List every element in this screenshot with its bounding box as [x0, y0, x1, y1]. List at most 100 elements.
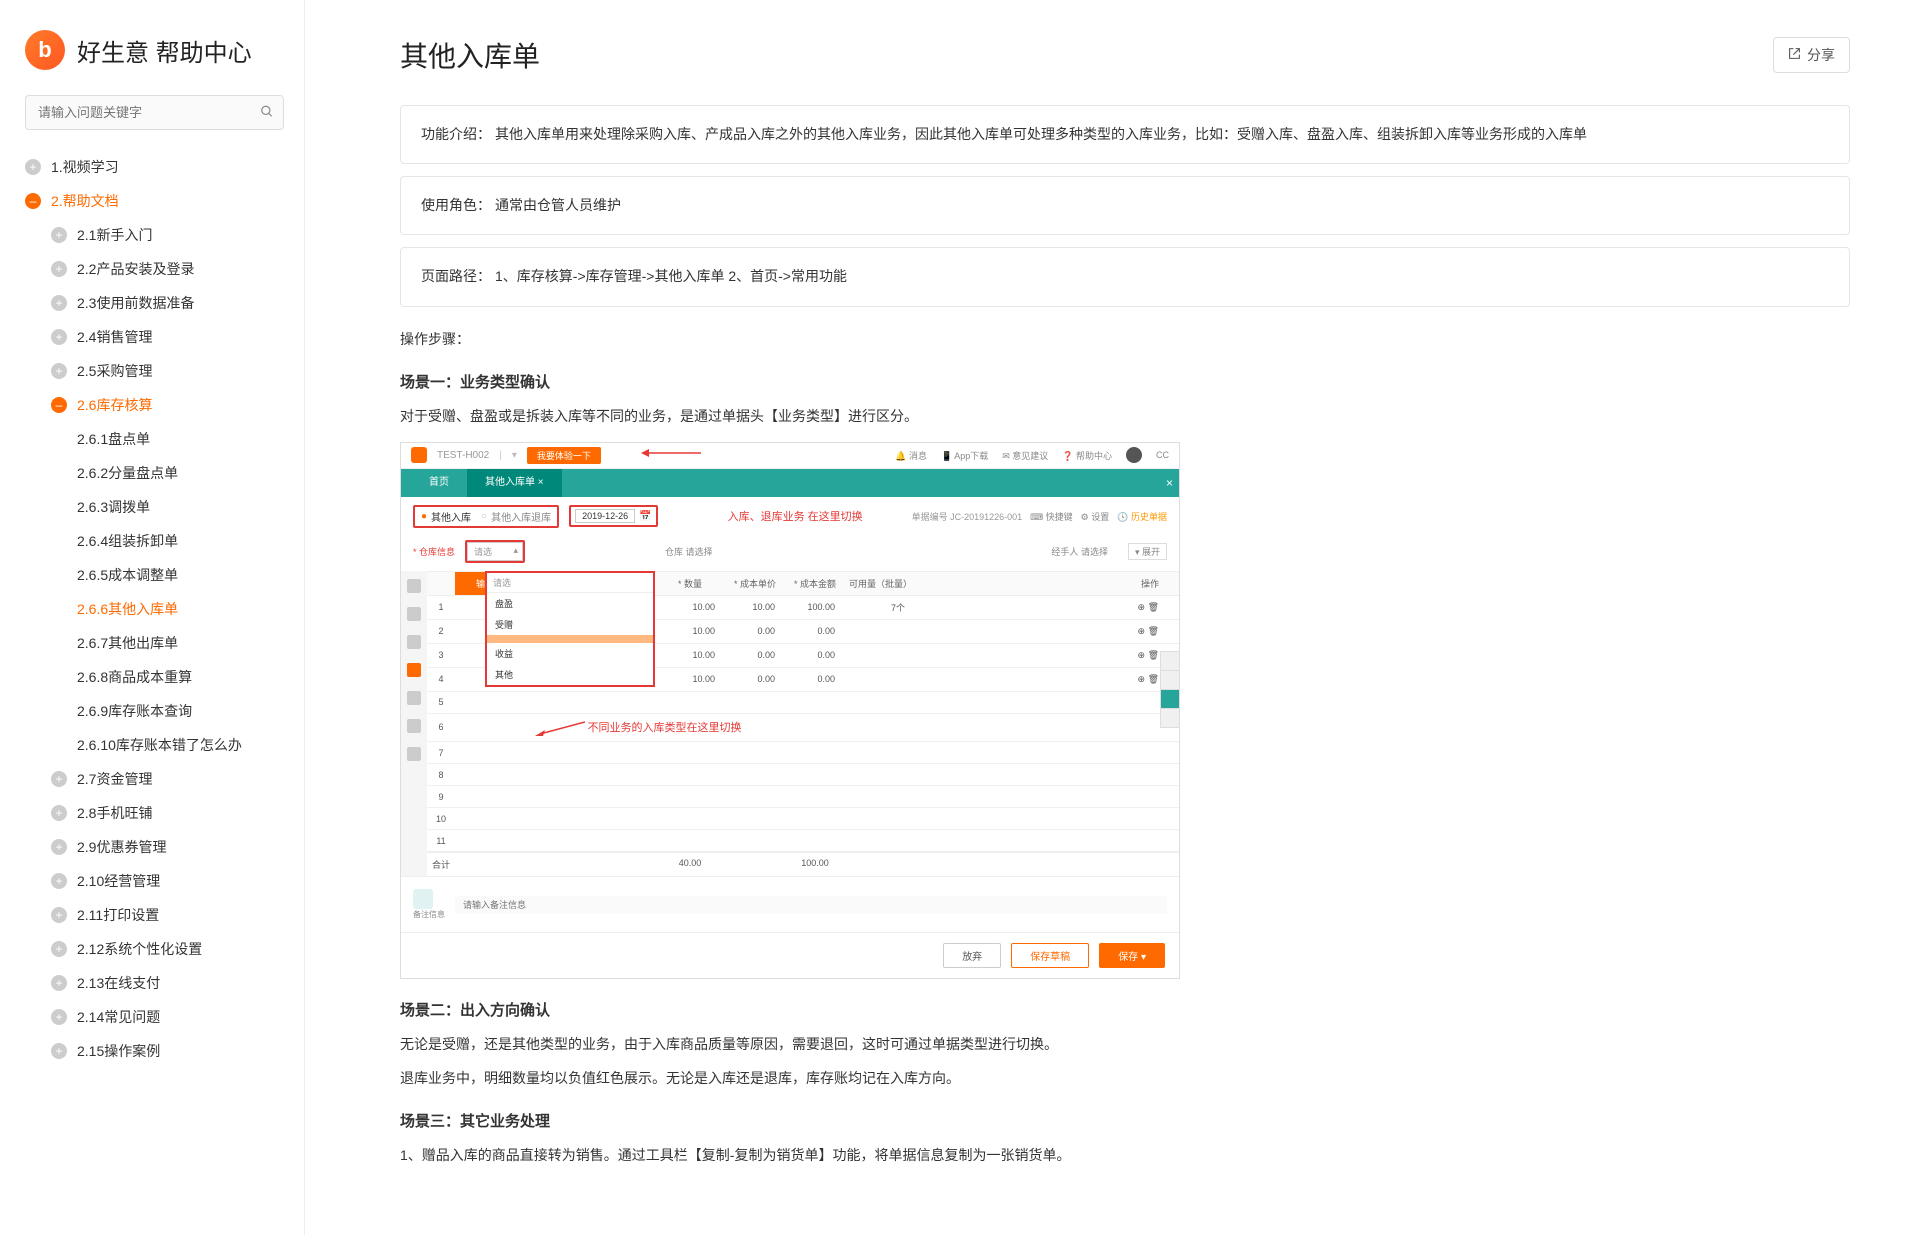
- nav-item-2-10[interactable]: +2.10经营管理: [51, 864, 284, 898]
- phone-icon: 📱 App下载: [941, 449, 988, 462]
- nav-item-2-13[interactable]: +2.13在线支付: [51, 966, 284, 1000]
- search-box: [25, 95, 284, 130]
- scene1-text: 对于受赠、盘盈或是拆装入库等不同的业务，是通过单据头【业务类型】进行区分。: [400, 402, 1850, 430]
- minus-icon: –: [25, 193, 41, 209]
- nav-item-2-6-10[interactable]: 2.6.10库存账本错了怎么办: [77, 728, 284, 762]
- intro-label: 功能介绍：: [421, 126, 491, 142]
- shot-username: CC: [1156, 450, 1169, 460]
- doc-type-toggle: ●其他入库 ○其他入库退库: [413, 505, 559, 528]
- nav-item-2-9[interactable]: +2.9优惠券管理: [51, 830, 284, 864]
- nav-item-2-6-4[interactable]: 2.6.4组装拆卸单: [77, 524, 284, 558]
- plus-icon: +: [51, 873, 67, 889]
- steps-label: 操作步骤：: [400, 325, 1850, 353]
- feedback-icon: ✉ 意见建议: [1002, 449, 1048, 462]
- role-text: 通常由仓管人员维护: [495, 197, 621, 213]
- bell-icon: 🔔 消息: [895, 449, 927, 462]
- scene2-text1: 无论是受赠，还是其他类型的业务，由于入库商品质量等原因，需要退回，这时可通过单据…: [400, 1030, 1850, 1058]
- keyboard-icon: ⌨ 快捷键: [1030, 510, 1073, 523]
- note-icon: [413, 889, 433, 909]
- sidebar: b 好生意 帮助中心 +1.视频学习 –2.帮助文档 +2.1新手入门 +2.2…: [0, 0, 305, 1235]
- path-label: 页面路径：: [421, 268, 491, 284]
- shot-cancel-btn: 放弃: [943, 943, 1001, 968]
- page-title: 其他入库单: [400, 35, 540, 75]
- nav-item-2-1[interactable]: +2.1新手入门: [51, 218, 284, 252]
- plus-icon: +: [25, 159, 41, 175]
- shot-tab-home: 首页: [411, 469, 467, 497]
- shot-topbar: TEST-H002 | ▾ 我要体验一下 🔔 消息 📱 App下载 ✉ 意见建议…: [401, 443, 1179, 469]
- gear-icon: ⚙ 设置: [1081, 510, 1110, 523]
- annotation-1: 入库、退库业务 在这里切换: [728, 508, 863, 524]
- plus-icon: +: [51, 771, 67, 787]
- main-content: 其他入库单 分享 功能介绍：其他入库单用来处理除采购入库、产成品入库之外的其他入…: [305, 0, 1905, 1235]
- plus-icon: +: [51, 975, 67, 991]
- scene3-text1: 1、赠品入库的商品直接转为销售。通过工具栏【复制-复制为销货单】功能，将单据信息…: [400, 1141, 1850, 1169]
- nav-item-2-6-8[interactable]: 2.6.8商品成本重算: [77, 660, 284, 694]
- nav-tree: +1.视频学习 –2.帮助文档 +2.1新手入门 +2.2产品安装及登录 +2.…: [25, 150, 284, 1068]
- brand-logo-icon: b: [25, 30, 65, 70]
- nav-item-2-7[interactable]: +2.7资金管理: [51, 762, 284, 796]
- nav-item-2-14[interactable]: +2.14常见问题: [51, 1000, 284, 1034]
- nav-item-2-6-5[interactable]: 2.6.5成本调整单: [77, 558, 284, 592]
- minus-icon: –: [51, 397, 67, 413]
- shot-experience-btn: 我要体验一下: [527, 447, 601, 464]
- biztype-dropdown: 请选 盘盈 受赠 收益 其他: [485, 571, 655, 687]
- share-label: 分享: [1807, 45, 1835, 65]
- nav-item-2-4[interactable]: +2.4销售管理: [51, 320, 284, 354]
- shot-remark-input: [455, 896, 1167, 914]
- shot-date: 2019-12-26: [575, 509, 635, 523]
- nav-item-2-6[interactable]: –2.6库存核算: [51, 388, 284, 422]
- scene1-heading: 场景一：业务类型确认: [400, 371, 1850, 392]
- plus-icon: +: [51, 261, 67, 277]
- path-box: 页面路径：1、库存核算->库存管理->其他入库单 2、首页->常用功能: [400, 247, 1850, 306]
- logo-row: b 好生意 帮助中心: [25, 30, 284, 70]
- nav-item-2-6-2[interactable]: 2.6.2分量盘点单: [77, 456, 284, 490]
- plus-icon: +: [51, 1043, 67, 1059]
- search-input[interactable]: [25, 95, 284, 130]
- shot-logo-icon: [411, 447, 427, 463]
- plus-icon: +: [51, 907, 67, 923]
- intro-box: 功能介绍：其他入库单用来处理除采购入库、产成品入库之外的其他入库业务，因此其他入…: [400, 105, 1850, 164]
- nav-item-2-6-3[interactable]: 2.6.3调拨单: [77, 490, 284, 524]
- shot-warehouse-label: * 仓库信息: [413, 545, 455, 558]
- scene2-text2: 退库业务中，明细数量均以负值红色展示。无论是入库还是退库，库存账均记在入库方向。: [400, 1064, 1850, 1092]
- plus-icon: +: [51, 941, 67, 957]
- scene3-heading: 场景三：其它业务处理: [400, 1110, 1850, 1131]
- nav-item-2-15[interactable]: +2.15操作案例: [51, 1034, 284, 1068]
- nav-item-2-6-1[interactable]: 2.6.1盘点单: [77, 422, 284, 456]
- nav-item-2-8[interactable]: +2.8手机旺铺: [51, 796, 284, 830]
- shot-tenant: TEST-H002: [437, 450, 489, 461]
- nav-item-2-6-9[interactable]: 2.6.9库存账本查询: [77, 694, 284, 728]
- scene2-heading: 场景二：出入方向确认: [400, 999, 1850, 1020]
- shot-tab-doc: 其他入库单 ×: [467, 469, 562, 497]
- intro-text: 其他入库单用来处理除采购入库、产成品入库之外的其他入库业务，因此其他入库单可处理…: [495, 126, 1587, 142]
- shot-tabbar: 首页 其他入库单 × ×: [401, 469, 1179, 497]
- nav-item-2-6-6[interactable]: 2.6.6其他入库单: [77, 592, 284, 626]
- nav-item-video[interactable]: +1.视频学习: [25, 150, 284, 184]
- plus-icon: +: [51, 839, 67, 855]
- nav-item-2-11[interactable]: +2.11打印设置: [51, 898, 284, 932]
- shot-save-btn: 保存 ▾: [1099, 943, 1165, 968]
- help-icon: ❓ 帮助中心: [1062, 449, 1112, 462]
- role-box: 使用角色：通常由仓管人员维护: [400, 176, 1850, 235]
- shot-draft-btn: 保存草稿: [1011, 943, 1089, 968]
- plus-icon: +: [51, 295, 67, 311]
- close-icon: ×: [1166, 476, 1173, 490]
- role-label: 使用角色：: [421, 197, 491, 213]
- plus-icon: +: [51, 329, 67, 345]
- shot-sidetools: [1160, 651, 1180, 727]
- nav-item-docs[interactable]: –2.帮助文档: [25, 184, 284, 218]
- nav-item-2-2[interactable]: +2.2产品安装及登录: [51, 252, 284, 286]
- shot-docno: 单据编号 JC-20191226-001: [912, 510, 1023, 523]
- avatar-icon: [1126, 447, 1142, 463]
- nav-item-2-12[interactable]: +2.12系统个性化设置: [51, 932, 284, 966]
- share-button[interactable]: 分享: [1773, 37, 1850, 73]
- nav-item-2-6-7[interactable]: 2.6.7其他出库单: [77, 626, 284, 660]
- plus-icon: +: [51, 363, 67, 379]
- nav-item-2-5[interactable]: +2.5采购管理: [51, 354, 284, 388]
- share-icon: [1788, 47, 1801, 63]
- path-text: 1、库存核算->库存管理->其他入库单 2、首页->常用功能: [495, 268, 847, 284]
- plus-icon: +: [51, 227, 67, 243]
- shot-biztype-select: 请选▴: [467, 542, 523, 561]
- shot-warehouse-value: 仓库 请选择: [665, 545, 713, 558]
- nav-item-2-3[interactable]: +2.3使用前数据准备: [51, 286, 284, 320]
